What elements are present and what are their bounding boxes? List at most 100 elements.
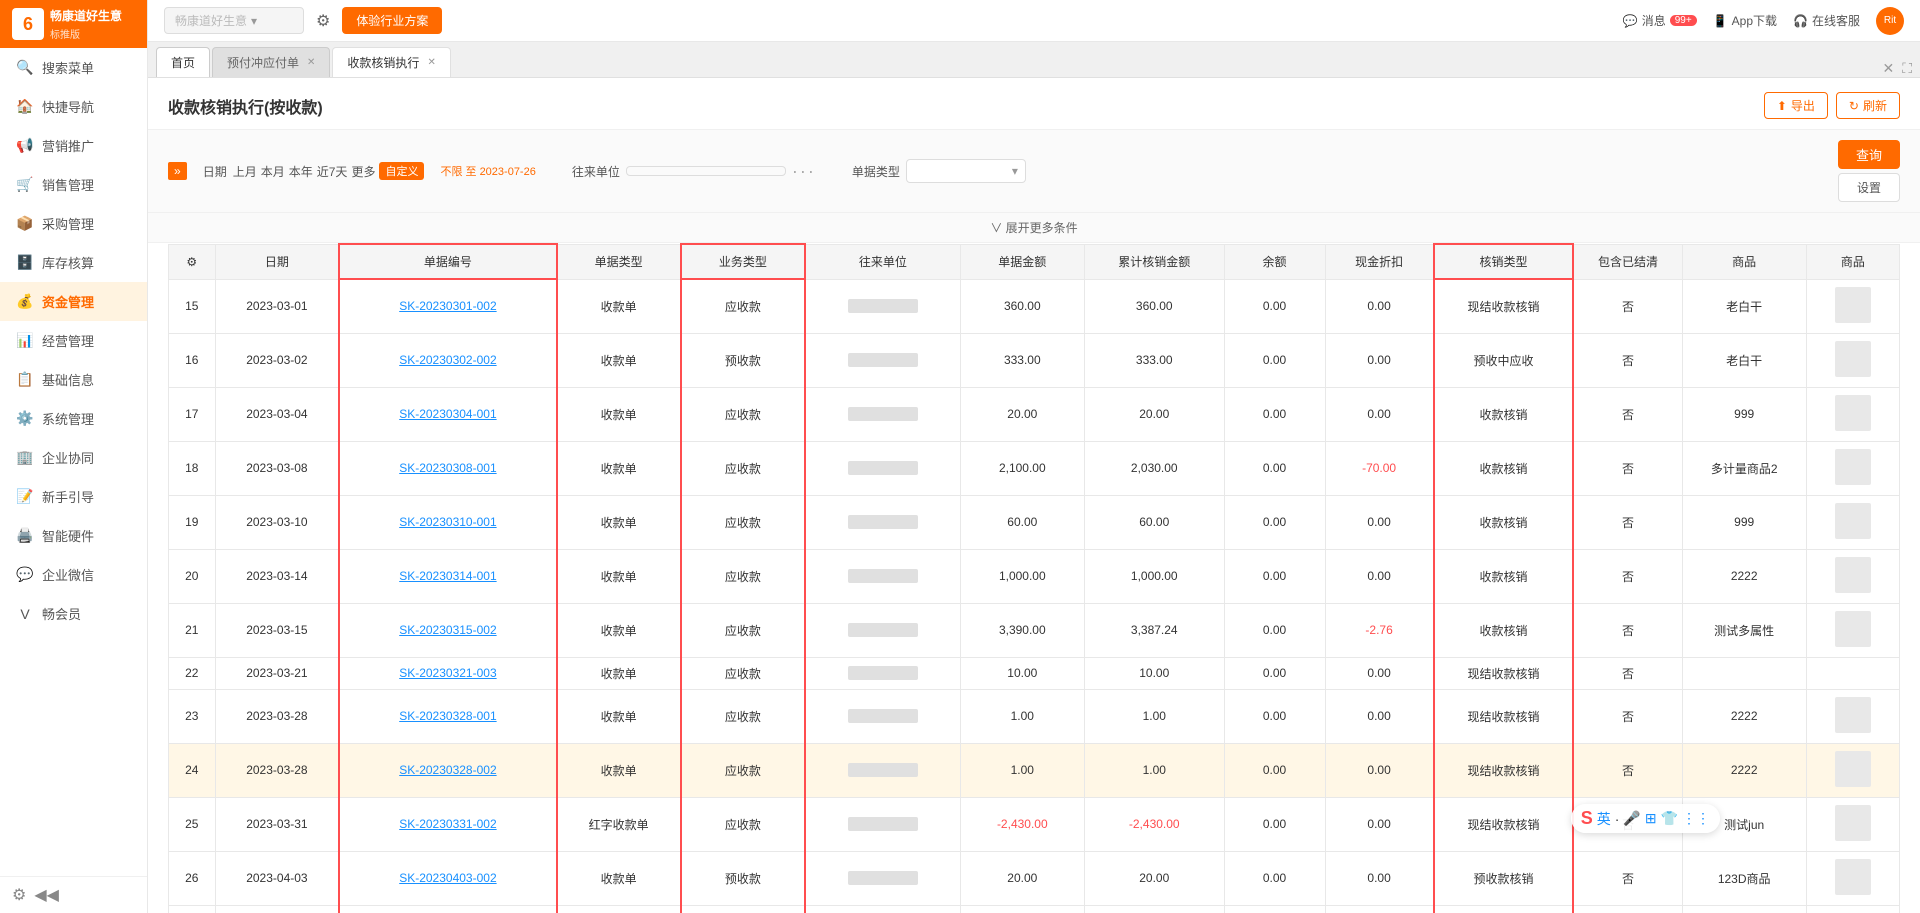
bill-no-link[interactable]: SK-20230301-002	[399, 299, 496, 313]
sidebar-item-enterprise[interactable]: 🏢企业协同	[0, 438, 147, 477]
headset-icon: 🎧	[1793, 14, 1808, 28]
date-this-month[interactable]: 本月	[261, 163, 285, 180]
cell-goods2	[1806, 603, 1899, 657]
cell-biz-type: 应收款	[681, 549, 805, 603]
brand-subtitle: 标推版	[50, 26, 122, 41]
sidebar-item-guide[interactable]: 📝新手引导	[0, 477, 147, 516]
settings-icon[interactable]: ⚙	[12, 885, 26, 905]
filter-toggle-button[interactable]: »	[168, 162, 187, 180]
cell-biz-type: 应收款	[681, 441, 805, 495]
sidebar-item-inventory[interactable]: 🗄️库存核算	[0, 243, 147, 282]
sidebar-item-quicknav[interactable]: 🏠快捷导航	[0, 87, 147, 126]
cell-verified: 3,387.24	[1084, 603, 1224, 657]
tab-close-all-icon[interactable]: ✕	[1882, 60, 1894, 77]
date-this-year[interactable]: 本年	[289, 163, 313, 180]
sidebar-item-sales[interactable]: 🛒销售管理	[0, 165, 147, 204]
nav-label-basic: 基础信息	[42, 370, 94, 389]
gear-icon[interactable]: ⚙	[316, 11, 330, 31]
bill-no-link[interactable]: SK-20230328-002	[399, 763, 496, 777]
partner-input[interactable]	[626, 166, 786, 176]
tab-receipt[interactable]: 收款核销执行 ✕	[332, 47, 450, 77]
bill-no-link[interactable]: SK-20230308-001	[399, 461, 496, 475]
partner-label: 往来单位	[572, 163, 620, 180]
sidebar-item-search[interactable]: 🔍搜索菜单	[0, 48, 147, 87]
cell-verify-type: 收款核销	[1434, 441, 1574, 495]
cell-verified: 20.00	[1084, 851, 1224, 905]
bill-no-link[interactable]: SK-20230328-001	[399, 709, 496, 723]
bill-no-link[interactable]: SK-20230403-002	[399, 871, 496, 885]
cell-verified: 333.00	[1084, 333, 1224, 387]
bill-no-link[interactable]: SK-20230331-002	[399, 817, 496, 831]
bill-no-link[interactable]: SK-20230321-003	[399, 666, 496, 680]
cell-balance: 0.00	[1224, 743, 1325, 797]
cell-amount: 100.00	[960, 905, 1084, 913]
cell-verified: 1.00	[1084, 743, 1224, 797]
expand-more-button[interactable]: ∨ 展开更多条件	[990, 219, 1077, 236]
cell-verify-type: 现结收款核销	[1434, 797, 1574, 851]
bill-no-link[interactable]: SK-20230315-002	[399, 623, 496, 637]
cell-bill-no: SK-20230328-001	[339, 689, 556, 743]
cell-goods1: 999	[1682, 495, 1806, 549]
service-button[interactable]: 🎧 在线客服	[1793, 12, 1860, 29]
bill-no-link[interactable]: SK-20230302-002	[399, 353, 496, 367]
collapse-icon[interactable]: ◀◀	[34, 885, 59, 905]
cell-date: 2023-03-15	[215, 603, 339, 657]
export-button[interactable]: ⬆ 导出	[1764, 92, 1828, 119]
sidebar-item-member[interactable]: V畅会员	[0, 594, 147, 633]
bill-no-link[interactable]: SK-20230310-001	[399, 515, 496, 529]
tab-home[interactable]: 首页	[156, 47, 210, 77]
query-button[interactable]: 查询	[1838, 140, 1900, 169]
sidebar-item-purchase[interactable]: 📦采购管理	[0, 204, 147, 243]
tab-receipt-close-icon[interactable]: ✕	[427, 57, 435, 68]
nav-label-finance: 资金管理	[42, 292, 94, 311]
nav-label-member: 畅会员	[42, 604, 81, 623]
date-7days[interactable]: 近7天	[317, 163, 348, 180]
export-icon: ⬆	[1777, 99, 1787, 113]
cell-goods2	[1806, 333, 1899, 387]
sidebar-item-hardware[interactable]: 🖨️智能硬件	[0, 516, 147, 555]
cell-bill-type: 红字收款单	[557, 797, 681, 851]
tab-expand-icon[interactable]: ⛶	[1902, 60, 1912, 77]
solution-button[interactable]: 体验行业方案	[342, 7, 442, 34]
cell-goods2	[1806, 657, 1899, 689]
tab-home-label: 首页	[171, 54, 195, 71]
cell-biz-type: 应收款	[681, 797, 805, 851]
col-settings[interactable]: ⚙	[169, 244, 216, 279]
settings-button[interactable]: 设置	[1838, 173, 1900, 202]
partner-filter-group: 往来单位 ···	[572, 161, 816, 182]
sidebar-item-wechat[interactable]: 💬企业微信	[0, 555, 147, 594]
cell-include-settled: 否	[1573, 279, 1682, 333]
col-biz-type: 业务类型	[681, 244, 805, 279]
cell-balance: 0.00	[1224, 549, 1325, 603]
refresh-button[interactable]: ↻ 刷新	[1836, 92, 1900, 119]
date-range-display: 不限 至 2023-07-26	[440, 163, 535, 179]
sidebar-item-marketing[interactable]: 📢营销推广	[0, 126, 147, 165]
bill-no-link[interactable]: SK-20230314-001	[399, 569, 496, 583]
cell-amount: 333.00	[960, 333, 1084, 387]
bill-type-select[interactable]	[906, 159, 1026, 183]
tab-prepay[interactable]: 预付冲应付单 ✕	[212, 47, 330, 77]
cell-discount: -70.00	[1325, 441, 1434, 495]
col-date: 日期	[215, 244, 339, 279]
date-custom-button[interactable]: 自定义	[379, 162, 424, 180]
messages-button[interactable]: 💬 消息 99+	[1623, 12, 1697, 29]
company-dropdown[interactable]: 畅康道好生意 ▾	[164, 7, 304, 34]
sidebar-item-finance[interactable]: 💰资金管理	[0, 282, 147, 321]
table-row: 23 2023-03-28 SK-20230328-001 收款单 应收款 1.…	[169, 689, 1900, 743]
date-last-month[interactable]: 上月	[233, 163, 257, 180]
app-download-button[interactable]: 📱 App下载	[1713, 12, 1777, 29]
table-row: 21 2023-03-15 SK-20230315-002 收款单 应收款 3,…	[169, 603, 1900, 657]
nav-icon-basic: 📋	[16, 371, 34, 389]
nav-icon-enterprise: 🏢	[16, 449, 34, 467]
sidebar-item-system[interactable]: ⚙️系统管理	[0, 399, 147, 438]
avatar[interactable]: Rit	[1876, 7, 1904, 35]
date-more[interactable]: 更多	[351, 163, 375, 180]
nav-icon-purchase: 📦	[16, 215, 34, 233]
sidebar-item-operations[interactable]: 📊经营管理	[0, 321, 147, 360]
bill-no-link[interactable]: SK-20230304-001	[399, 407, 496, 421]
cell-verified: 1.00	[1084, 689, 1224, 743]
nav-label-guide: 新手引导	[42, 487, 94, 506]
cell-goods2	[1806, 441, 1899, 495]
sidebar-item-basic[interactable]: 📋 基础信息	[0, 360, 147, 399]
tab-prepay-close-icon[interactable]: ✕	[307, 57, 315, 68]
